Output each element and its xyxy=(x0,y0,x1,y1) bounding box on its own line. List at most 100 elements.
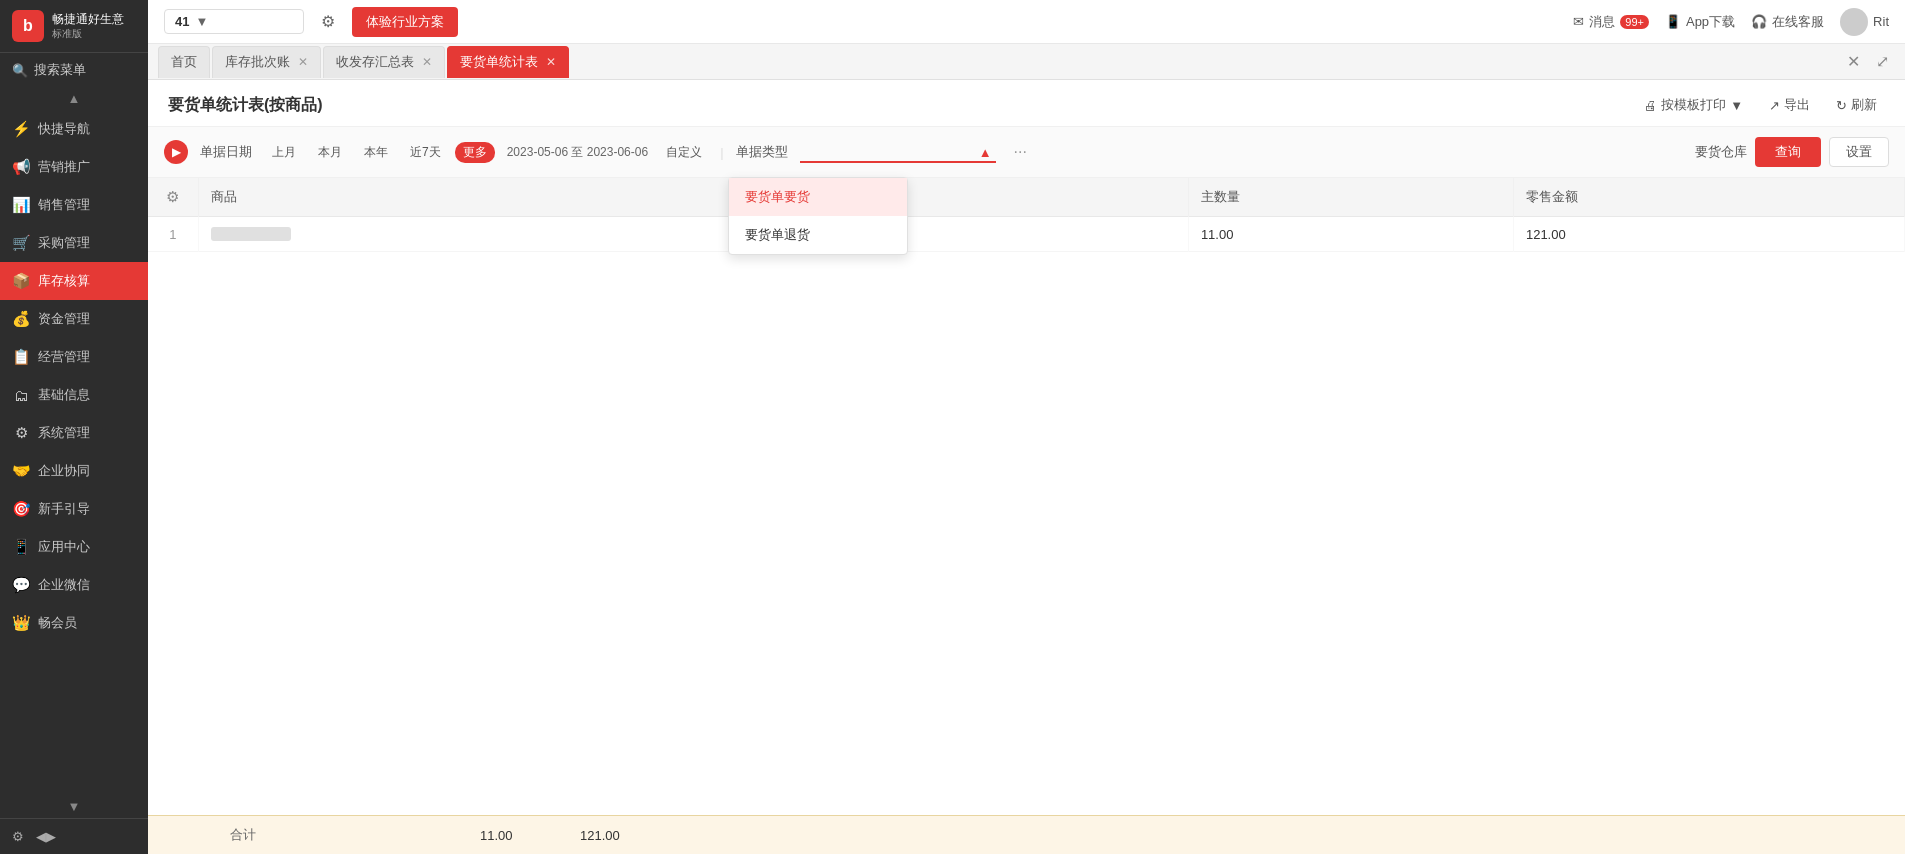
refresh-btn[interactable]: ↻ 刷新 xyxy=(1828,92,1885,118)
sidebar-item-purchase[interactable]: 🛒 采购管理 xyxy=(0,224,148,262)
app-center-icon: 📱 xyxy=(12,538,30,556)
print-btn[interactable]: 🖨 按模板打印 ▼ xyxy=(1636,92,1751,118)
col-settings[interactable]: ⚙ xyxy=(148,178,198,217)
row-amount: 121.00 xyxy=(1513,217,1904,252)
sidebar-item-basics[interactable]: 🗂 基础信息 xyxy=(0,376,148,414)
filter-more-btn[interactable]: ··· xyxy=(1008,143,1033,161)
scroll-up-btn[interactable]: ▲ xyxy=(0,87,148,110)
collapse-btn[interactable]: ◀▶ xyxy=(36,829,56,844)
tab-inventory-batch[interactable]: 库存批次账 ✕ xyxy=(212,46,321,78)
marketing-icon: 📢 xyxy=(12,158,30,176)
sidebar-item-quick-nav[interactable]: ⚡ 快捷导航 xyxy=(0,110,148,148)
sidebar-item-operations[interactable]: 📋 经营管理 xyxy=(0,338,148,376)
filter-expand-btn[interactable]: ▶ xyxy=(164,140,188,164)
table-row: 1 块 11.00 121.00 xyxy=(148,217,1905,252)
date-shortcuts: 上月 本月 本年 近7天 更多 xyxy=(264,142,495,163)
online-service-btn[interactable]: 🎧 在线客服 xyxy=(1751,13,1824,31)
type-select-input[interactable] xyxy=(800,142,996,163)
quick-nav-icon: ⚡ xyxy=(12,120,30,138)
refresh-icon: ↻ xyxy=(1836,98,1847,113)
page-title: 要货单统计表(按商品) xyxy=(168,95,323,116)
sidebar-bottom: ⚙ ◀▶ xyxy=(0,818,148,854)
tabs-right-actions: ✕ ⤢ xyxy=(1841,50,1895,73)
tab-close-inventory-batch[interactable]: ✕ xyxy=(298,55,308,69)
app-download-btn[interactable]: 📱 App下载 xyxy=(1665,13,1735,31)
messages-btn[interactable]: ✉ 消息 99+ xyxy=(1573,13,1649,31)
filter-bar: ▶ 单据日期 上月 本月 本年 近7天 更多 2023-05-06 至 2023… xyxy=(148,127,1905,178)
tab-close-receive-summary[interactable]: ✕ xyxy=(422,55,432,69)
sidebar-item-enterprise[interactable]: 🤝 企业协同 xyxy=(0,452,148,490)
user-menu[interactable]: Rit xyxy=(1840,8,1889,36)
topbar: 41 ▼ ⚙ 体验行业方案 ✉ 消息 99+ 📱 App下载 🎧 在线客服 R xyxy=(148,0,1905,44)
tab-home[interactable]: 首页 xyxy=(158,46,210,78)
last-7-days-btn[interactable]: 近7天 xyxy=(402,142,449,163)
company-selector[interactable]: 41 ▼ xyxy=(164,9,304,34)
query-btn[interactable]: 查询 xyxy=(1755,137,1821,167)
row-index: 1 xyxy=(148,217,198,252)
this-year-btn[interactable]: 本年 xyxy=(356,142,396,163)
sidebar-search[interactable]: 🔍 搜索菜单 xyxy=(0,53,148,87)
topbar-left: 41 ▼ ⚙ 体验行业方案 xyxy=(164,7,1561,37)
col-quantity: 主数量 xyxy=(1188,178,1513,217)
this-month-btn[interactable]: 本月 xyxy=(310,142,350,163)
sidebar-item-sales[interactable]: 📊 销售管理 xyxy=(0,186,148,224)
sales-icon: 📊 xyxy=(12,196,30,214)
sidebar-item-app-center[interactable]: 📱 应用中心 xyxy=(0,528,148,566)
message-icon: ✉ xyxy=(1573,14,1584,29)
settings-btn[interactable]: ⚙ xyxy=(12,829,24,844)
topbar-gear-btn[interactable]: ⚙ xyxy=(314,8,342,36)
dropdown-arrow-icon: ▼ xyxy=(195,14,208,29)
export-btn[interactable]: ↗ 导出 xyxy=(1761,92,1818,118)
scroll-down-btn[interactable]: ▼ xyxy=(0,795,148,818)
basics-icon: 🗂 xyxy=(12,387,30,404)
table-footer: 合计 11.00 121.00 xyxy=(148,815,1905,854)
sidebar-item-finance[interactable]: 💰 资金管理 xyxy=(0,300,148,338)
tab-order-stats[interactable]: 要货单统计表 ✕ xyxy=(447,46,569,78)
finance-icon: 💰 xyxy=(12,310,30,328)
data-table: ⚙ 商品 主计量单位 主数量 零售金额 1 xyxy=(148,178,1905,252)
page-actions: 🖨 按模板打印 ▼ ↗ 导出 ↻ 刷新 xyxy=(1636,92,1885,118)
filter-settings-btn[interactable]: 设置 xyxy=(1829,137,1889,167)
custom-date-btn[interactable]: 自定义 xyxy=(660,142,708,163)
tab-close-all-btn[interactable]: ✕ xyxy=(1841,50,1866,73)
sidebar-item-system[interactable]: ⚙ 系统管理 xyxy=(0,414,148,452)
date-filter-label: 单据日期 xyxy=(200,143,252,161)
table-settings-icon[interactable]: ⚙ xyxy=(166,188,179,205)
tab-expand-btn[interactable]: ⤢ xyxy=(1870,50,1895,73)
inventory-icon: 📦 xyxy=(12,272,30,290)
sidebar-item-marketing[interactable]: 📢 营销推广 xyxy=(0,148,148,186)
tab-close-order-stats[interactable]: ✕ xyxy=(546,55,556,69)
col-product: 商品 xyxy=(198,178,731,217)
tab-receive-summary[interactable]: 收发存汇总表 ✕ xyxy=(323,46,445,78)
type-dropdown: 要货单要货 要货单退货 xyxy=(728,177,908,255)
col-amount: 零售金额 xyxy=(1513,178,1904,217)
footer-quantity: 11.00 xyxy=(480,828,560,843)
guide-icon: 🎯 xyxy=(12,500,30,518)
sidebar-item-wechat[interactable]: 💬 企业微信 xyxy=(0,566,148,604)
avatar xyxy=(1840,8,1868,36)
page-header: 要货单统计表(按商品) 🖨 按模板打印 ▼ ↗ 导出 ↻ 刷新 xyxy=(148,80,1905,127)
dropdown-item-return[interactable]: 要货单退货 xyxy=(729,216,907,254)
export-icon: ↗ xyxy=(1769,98,1780,113)
sidebar-item-inventory[interactable]: 📦 库存核算 xyxy=(0,262,148,300)
search-icon: 🔍 xyxy=(12,63,28,78)
sidebar: b 畅捷通好生意 标准版 🔍 搜索菜单 ▲ ⚡ 快捷导航 📢 营销推广 📊 销售… xyxy=(0,0,148,854)
last-month-btn[interactable]: 上月 xyxy=(264,142,304,163)
filter-divider: | xyxy=(720,145,723,160)
wechat-icon: 💬 xyxy=(12,576,30,594)
topbar-right: ✉ 消息 99+ 📱 App下载 🎧 在线客服 Rit xyxy=(1573,8,1889,36)
app-icon: 📱 xyxy=(1665,14,1681,29)
member-icon: 👑 xyxy=(12,614,30,632)
sidebar-item-guide[interactable]: 🎯 新手引导 xyxy=(0,490,148,528)
service-icon: 🎧 xyxy=(1751,14,1767,29)
type-select-wrapper: ▲ xyxy=(800,142,996,163)
date-range-display: 2023-05-06 至 2023-06-06 xyxy=(507,144,648,161)
print-icon: 🖨 xyxy=(1644,98,1657,113)
dropdown-item-order[interactable]: 要货单要货 xyxy=(729,178,907,216)
print-dropdown-icon: ▼ xyxy=(1730,98,1743,113)
purchase-icon: 🛒 xyxy=(12,234,30,252)
more-dates-btn[interactable]: 更多 xyxy=(455,142,495,163)
sidebar-item-member[interactable]: 👑 畅会员 xyxy=(0,604,148,642)
system-icon: ⚙ xyxy=(12,424,30,442)
trial-btn[interactable]: 体验行业方案 xyxy=(352,7,458,37)
